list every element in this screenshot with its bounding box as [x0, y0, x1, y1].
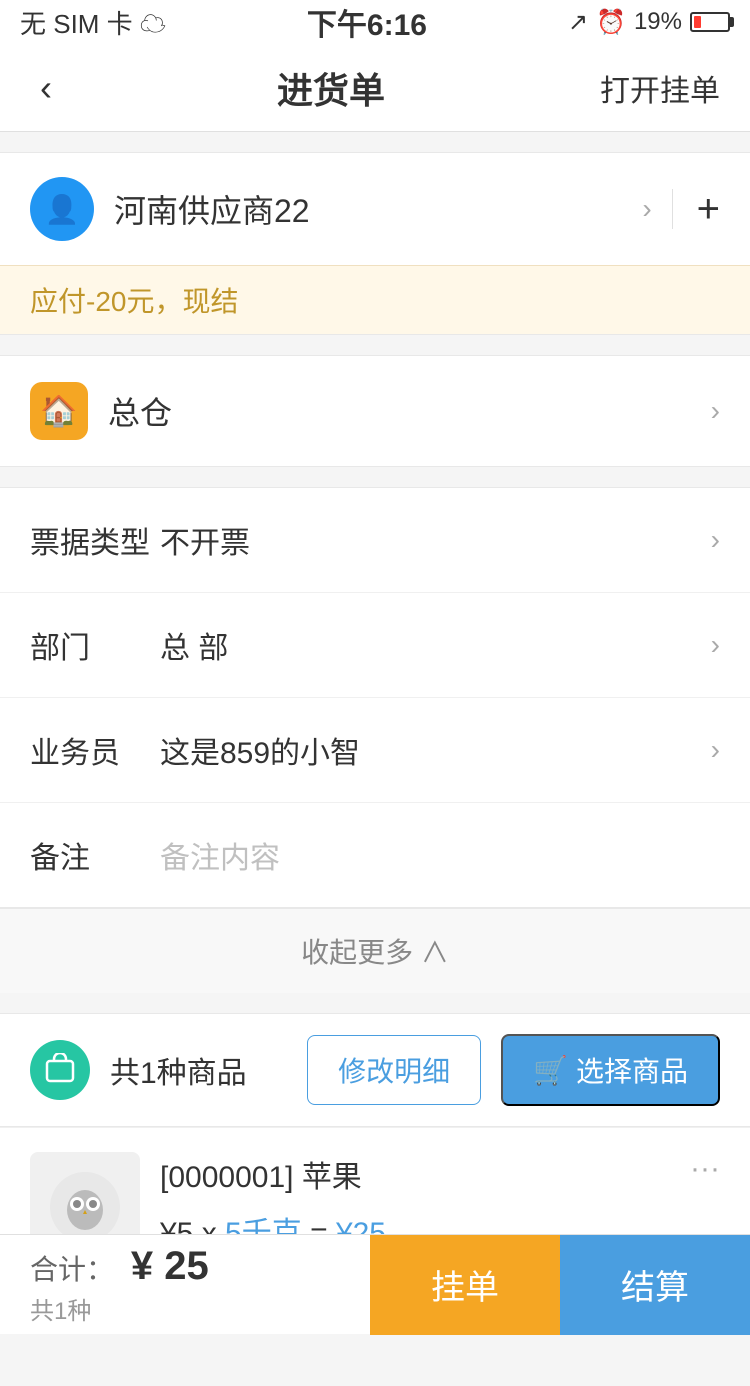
- ticket-type-row[interactable]: 票据类型 不开票 ›: [0, 488, 750, 593]
- supplier-name: 河南供应商22: [114, 186, 642, 232]
- total-count: 共1种: [30, 1291, 340, 1326]
- ticket-type-value: 不开票: [160, 518, 711, 562]
- salesman-arrow-icon: ›: [711, 734, 720, 766]
- supplier-avatar: 👤: [30, 177, 94, 241]
- status-left: 无 SIM 卡 ☁: [20, 4, 166, 41]
- department-row[interactable]: 部门 总 部 ›: [0, 593, 750, 698]
- avatar-icon: 👤: [45, 193, 80, 226]
- supplier-add-button[interactable]: +: [672, 189, 720, 229]
- warehouse-row[interactable]: 🏠 总仓 ›: [0, 356, 750, 466]
- warehouse-name: 总仓: [108, 388, 711, 434]
- select-product-button[interactable]: 🛒 选择商品: [501, 1034, 720, 1106]
- battery-percent: 19%: [634, 8, 682, 36]
- remark-input[interactable]: 备注内容: [160, 833, 720, 877]
- supplier-card: 👤 河南供应商22 › + 应付-20元，现结: [0, 152, 750, 335]
- department-label: 部门: [30, 623, 160, 667]
- total-amount: ¥ 25: [131, 1244, 209, 1288]
- sim-status: 无 SIM 卡 ☁: [20, 4, 166, 41]
- supplier-row[interactable]: 👤 河南供应商22 › +: [0, 153, 750, 265]
- select-icon: 🛒: [533, 1054, 568, 1087]
- products-header: 共1种商品 修改明细 🛒 选择商品: [0, 1013, 750, 1127]
- supplier-notice: 应付-20元，现结: [0, 265, 750, 334]
- alarm-icon: ⏰: [596, 8, 626, 37]
- products-icon: [30, 1040, 90, 1100]
- select-btn-label: 选择商品: [576, 1050, 688, 1090]
- department-arrow-icon: ›: [711, 629, 720, 661]
- gap-2: [0, 335, 750, 355]
- product-more-button[interactable]: ···: [690, 1152, 720, 1186]
- back-button[interactable]: ‹: [30, 57, 62, 119]
- products-count: 共1种商品: [110, 1048, 287, 1092]
- ticket-type-label: 票据类型: [30, 518, 160, 562]
- remark-row[interactable]: 备注 备注内容: [0, 803, 750, 907]
- ticket-type-arrow-icon: ›: [711, 524, 720, 556]
- hang-button[interactable]: 挂单: [370, 1235, 560, 1335]
- checkout-button[interactable]: 结算: [560, 1235, 750, 1335]
- nav-bar: ‹ 进货单 打开挂单: [0, 44, 750, 132]
- open-hang-button[interactable]: 打开挂单: [600, 66, 720, 110]
- salesman-row[interactable]: 业务员 这是859的小智 ›: [0, 698, 750, 803]
- product-name: [0000001] 苹果: [160, 1152, 670, 1196]
- salesman-label: 业务员: [30, 728, 160, 772]
- warehouse-arrow-icon: ›: [711, 395, 720, 427]
- total-section: 合计： ¥ 25 共1种: [0, 1244, 370, 1326]
- total-label: 合计：: [30, 1254, 114, 1285]
- gap-1: [0, 132, 750, 152]
- form-card: 票据类型 不开票 › 部门 总 部 › 业务员 这是859的小智 › 备注 备注…: [0, 487, 750, 908]
- battery-icon: [690, 12, 730, 32]
- status-time: 下午6:16: [307, 0, 427, 44]
- warehouse-card: 🏠 总仓 ›: [0, 355, 750, 467]
- supplier-arrow-icon: ›: [642, 193, 651, 225]
- salesman-value: 这是859的小智: [160, 728, 711, 772]
- department-value: 总 部: [160, 623, 711, 667]
- page-title: 进货单: [277, 62, 385, 114]
- bottom-bar: 合计： ¥ 25 共1种 挂单 结算: [0, 1234, 750, 1334]
- warehouse-icon: 🏠: [30, 382, 88, 440]
- remark-label: 备注: [30, 833, 160, 877]
- gap-3: [0, 467, 750, 487]
- collapse-bar[interactable]: 收起更多 ∧: [0, 908, 750, 993]
- status-bar: 无 SIM 卡 ☁ 下午6:16 ↗ ⏰ 19%: [0, 0, 750, 44]
- status-right: ↗ ⏰ 19%: [568, 8, 730, 37]
- modify-detail-button[interactable]: 修改明细: [307, 1035, 481, 1105]
- gap-4: [0, 993, 750, 1013]
- location-icon: ↗: [568, 8, 588, 37]
